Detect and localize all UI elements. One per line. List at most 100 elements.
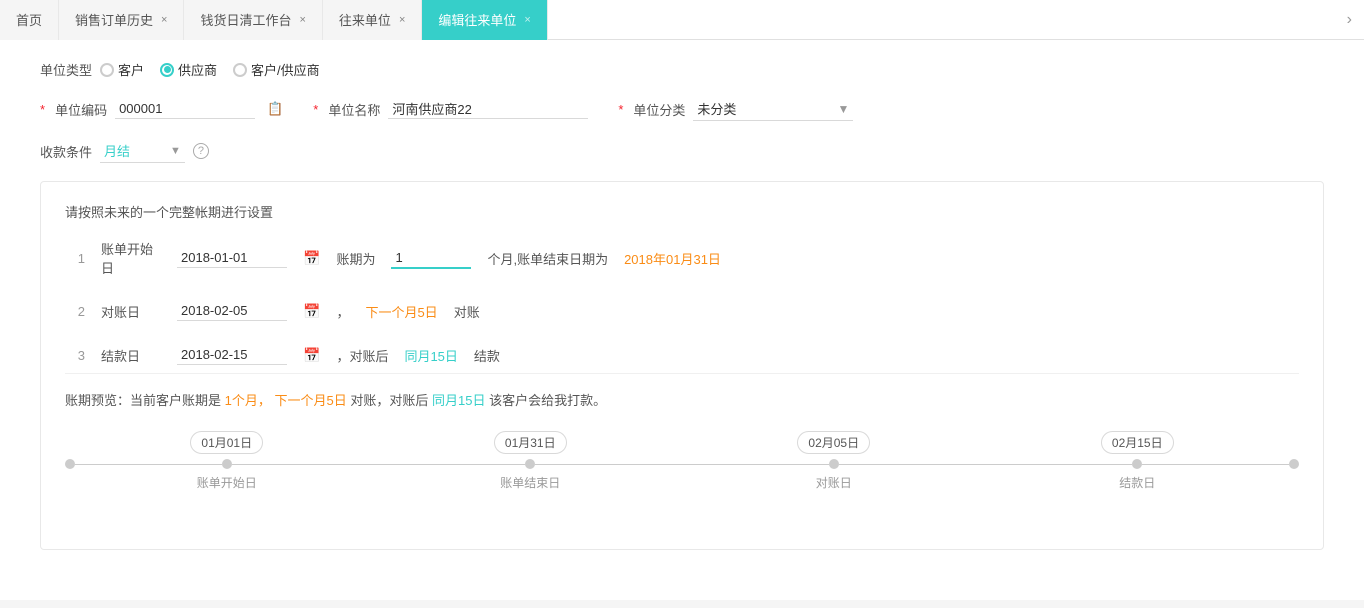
timeline-line-1 [75, 464, 222, 465]
period-label-1: 账单开始日 [101, 239, 161, 277]
preview-section: 账期预览：当前客户账期是 1个月， 下一个月5日 对账，对账后 同月15日 该客… [65, 373, 1299, 499]
calendar-icon-2[interactable]: 📅 [303, 303, 320, 320]
unit-category-value: 未分类 [697, 99, 736, 118]
preview-part4: 同月15日 [432, 393, 485, 408]
period-desc-suffix-1: 个月,账单结束日期为 [487, 249, 608, 268]
period-desc-comma-3: ，对账后 [336, 346, 388, 365]
unit-name-group: * 单位名称 [313, 99, 588, 119]
period-highlight-3: 同月15日 [404, 346, 457, 365]
copy-icon[interactable]: 📋 [267, 101, 283, 117]
tabs-bar: 首页 销售订单历史 × 钱货日清工作台 × 往来单位 × 编辑往来单位 × › [0, 0, 1364, 40]
period-row-1: 1 账单开始日 📅 账期为 个月,账单结束日期为 2018年01月31日 [65, 239, 1299, 277]
timeline-start-dot [65, 459, 75, 469]
tab-cash-work-close[interactable]: × [299, 14, 305, 26]
timeline-node-1: 01月01日 账单开始日 [222, 459, 232, 469]
preview-part2: 下一个月5日 [275, 393, 347, 408]
radio-both-circle [233, 63, 247, 77]
tab-edit-partner-label: 编辑往来单位 [438, 10, 516, 29]
period-date-1[interactable] [177, 248, 287, 268]
unit-name-required: * [313, 102, 318, 117]
timeline-container: 01月01日 账单开始日 01月31日 账单结束日 [65, 429, 1299, 499]
tab-home-label: 首页 [16, 10, 42, 29]
tab-cash-work-label: 钱货日清工作台 [200, 10, 291, 29]
timeline-node-2: 01月31日 账单结束日 [525, 459, 535, 469]
timeline-node-4-label: 02月15日 [1101, 431, 1174, 454]
tab-partners[interactable]: 往来单位 × [323, 0, 422, 40]
tab-home[interactable]: 首页 [0, 0, 59, 40]
tab-edit-partner-close[interactable]: × [524, 14, 530, 26]
timeline-node-1-label: 01月01日 [190, 431, 263, 454]
payment-terms-row: 收款条件 月结 ▼ ? [40, 139, 1324, 163]
tab-cash-work[interactable]: 钱货日清工作台 × [184, 0, 322, 40]
period-num-1: 1 [65, 251, 85, 266]
tab-partners-label: 往来单位 [339, 10, 391, 29]
timeline-line-end [1142, 464, 1289, 465]
tab-sales-history[interactable]: 销售订单历史 × [59, 0, 184, 40]
timeline-node-3-desc: 对账日 [816, 474, 852, 491]
tab-sales-history-label: 销售订单历史 [75, 10, 153, 29]
timeline-node-2-desc: 账单结束日 [500, 474, 560, 491]
period-months-input[interactable] [391, 248, 471, 269]
help-icon-label: ? [198, 145, 204, 157]
period-desc-comma-2: ， [336, 302, 349, 321]
tab-edit-partner[interactable]: 编辑往来单位 × [422, 0, 547, 40]
unit-name-label: 单位名称 [328, 100, 380, 119]
timeline: 01月01日 账单开始日 01月31日 账单结束日 [65, 459, 1299, 469]
timeline-node-3-circle [829, 459, 839, 469]
period-date-2[interactable] [177, 301, 287, 321]
payment-terms-value: 月结 [104, 141, 164, 160]
tab-partners-close[interactable]: × [399, 14, 405, 26]
period-highlight-2: 下一个月5日 [365, 302, 437, 321]
period-label-3: 结款日 [101, 346, 161, 365]
calendar-icon-1[interactable]: 📅 [303, 250, 320, 267]
preview-part1: 1个月， [225, 393, 271, 408]
radio-both-label: 客户/供应商 [251, 60, 320, 79]
tab-sales-history-close[interactable]: × [161, 14, 167, 26]
timeline-end-dot [1289, 459, 1299, 469]
unit-name-input[interactable] [388, 99, 588, 119]
timeline-line-2 [232, 464, 526, 465]
unit-code-input[interactable] [115, 99, 255, 119]
unit-type-row: 单位类型 客户 供应商 客户/供应商 [40, 60, 1324, 79]
radio-supplier[interactable]: 供应商 [160, 60, 217, 79]
radio-supplier-label: 供应商 [178, 60, 217, 79]
timeline-node-4-desc: 结款日 [1119, 474, 1155, 491]
unit-info-row: * 单位编码 📋 * 单位名称 * 单位分类 未分类 ▼ [40, 97, 1324, 121]
period-settings-box: 请按照未来的一个完整帐期进行设置 1 账单开始日 📅 账期为 个月,账单结束日期… [40, 181, 1324, 550]
radio-customer[interactable]: 客户 [100, 60, 144, 79]
preview-part5: 该客户会给我打款。 [489, 393, 606, 408]
radio-group-unit-type: 客户 供应商 客户/供应商 [100, 60, 320, 79]
tab-more-button[interactable]: › [1335, 11, 1364, 29]
timeline-node-1-desc: 账单开始日 [197, 474, 257, 491]
timeline-node-4: 02月15日 结款日 [1132, 459, 1142, 469]
period-num-2: 2 [65, 304, 85, 319]
unit-code-label: 单位编码 [55, 100, 107, 119]
unit-code-group: * 单位编码 📋 [40, 99, 283, 119]
unit-category-label: 单位分类 [633, 100, 685, 119]
page-content: 单位类型 客户 供应商 客户/供应商 * 单位编码 [0, 40, 1364, 600]
unit-category-required: * [618, 102, 623, 117]
payment-terms-arrow: ▼ [170, 145, 181, 157]
radio-customer-circle [100, 63, 114, 77]
calendar-icon-3[interactable]: 📅 [303, 347, 320, 364]
period-desc-suffix-3: 结款 [474, 346, 500, 365]
help-icon[interactable]: ? [193, 143, 209, 159]
period-label-2: 对账日 [101, 302, 161, 321]
preview-label: 账期预览：当前客户账期是 [65, 393, 221, 408]
preview-part3: 对账，对账后 [350, 393, 428, 408]
timeline-node-3: 02月05日 对账日 [829, 459, 839, 469]
unit-category-dropdown[interactable]: 未分类 ▼ [693, 97, 853, 121]
period-row-3: 3 结款日 📅 ，对账后 同月15日 结款 [65, 345, 1299, 365]
preview-text: 账期预览：当前客户账期是 1个月， 下一个月5日 对账，对账后 同月15日 该客… [65, 390, 1299, 409]
radio-both[interactable]: 客户/供应商 [233, 60, 320, 79]
period-desc-prefix-1: 账期为 [336, 249, 375, 268]
period-date-3[interactable] [177, 345, 287, 365]
radio-customer-label: 客户 [118, 60, 144, 79]
period-num-3: 3 [65, 348, 85, 363]
payment-terms-select[interactable]: 月结 ▼ [100, 139, 185, 163]
period-highlight-date-1: 2018年01月31日 [624, 249, 721, 268]
timeline-node-2-label: 01月31日 [494, 431, 567, 454]
timeline-line-3 [535, 464, 829, 465]
timeline-node-4-circle [1132, 459, 1142, 469]
unit-category-group: * 单位分类 未分类 ▼ [618, 97, 853, 121]
